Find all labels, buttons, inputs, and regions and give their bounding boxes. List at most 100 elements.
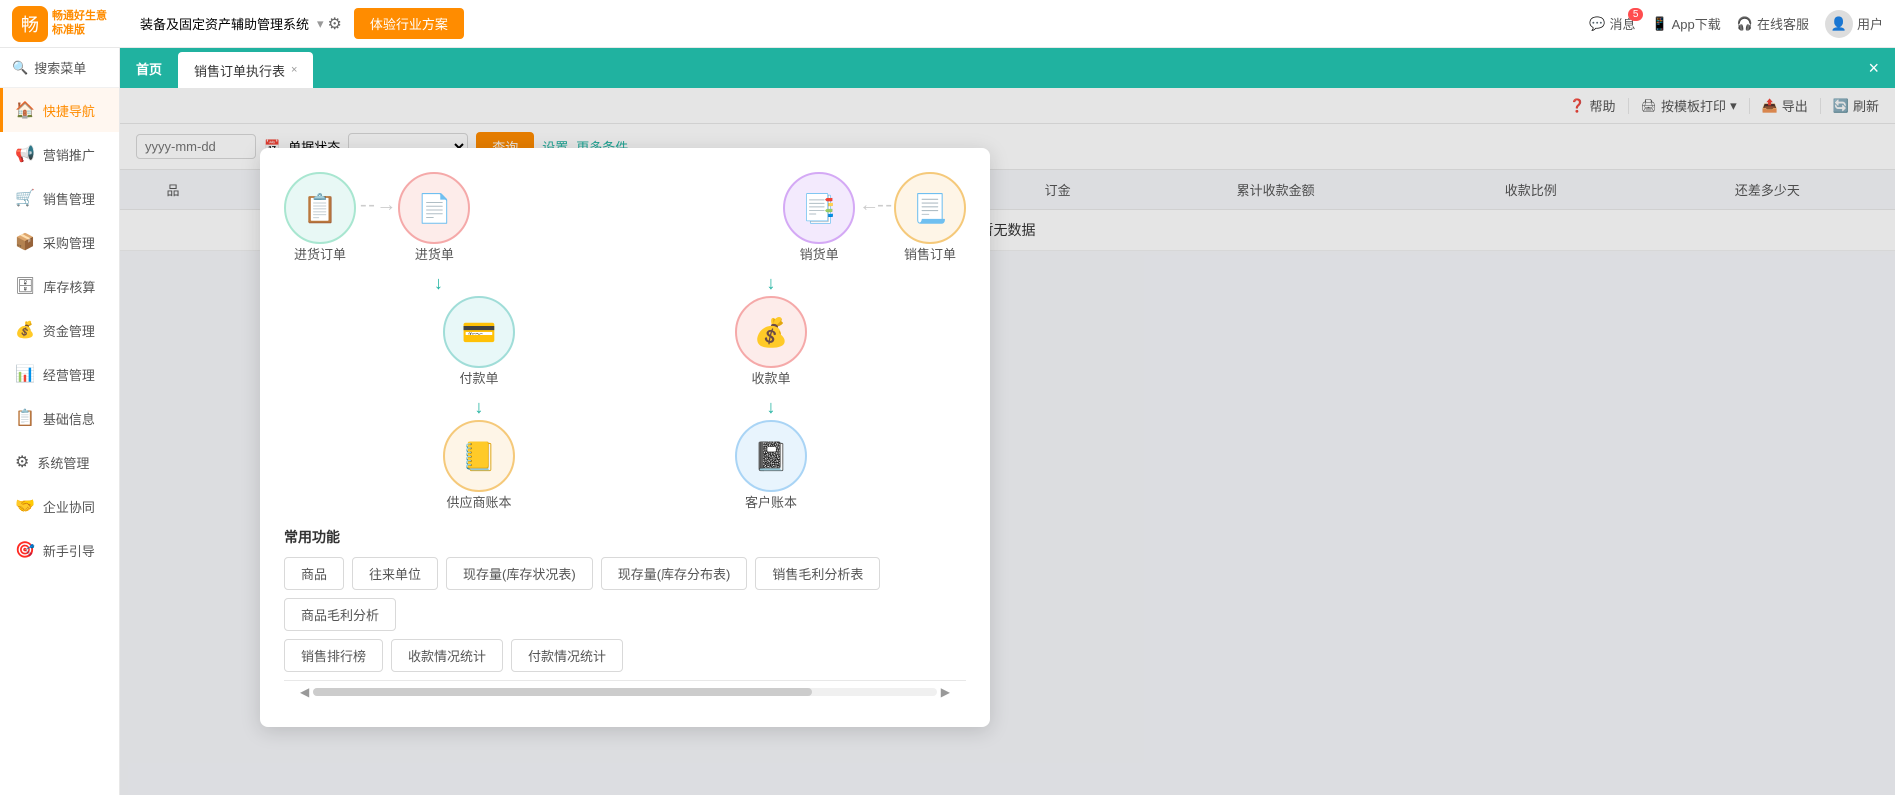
purchase-icon: 📦 bbox=[15, 232, 35, 252]
sidebar-item-cooperation[interactable]: 🤝 企业协同 bbox=[0, 484, 119, 528]
scroll-right-icon[interactable]: ▶ bbox=[941, 685, 950, 699]
gear-button[interactable]: ⚙ bbox=[328, 14, 342, 34]
func-btn-sales-rank[interactable]: 销售排行榜 bbox=[284, 639, 383, 672]
func-btn-payment-stat[interactable]: 付款情况统计 bbox=[511, 639, 623, 672]
arrow-down-sales: ↓ bbox=[767, 273, 776, 294]
sales-bill-node[interactable]: 📑 销货单 bbox=[783, 172, 855, 263]
home-icon: 🏠 bbox=[15, 100, 35, 120]
message-badge: 5 bbox=[1628, 8, 1644, 21]
flow-row-1: 📋 进货订单 - - → 📄 进货单 bbox=[284, 172, 966, 263]
func-btn-product-margin[interactable]: 商品毛利分析 bbox=[284, 598, 396, 631]
sales-order-circle: 📃 bbox=[894, 172, 966, 244]
customer-ledger-label: 客户账本 bbox=[745, 492, 797, 511]
popup-box: 📋 进货订单 - - → 📄 进货单 bbox=[260, 148, 990, 727]
system-title-area: 装备及固定资产辅助管理系统 ▾ bbox=[140, 14, 324, 33]
purchase-bill-node[interactable]: 📄 进货单 bbox=[398, 172, 470, 263]
dropdown-arrow-icon[interactable]: ▾ bbox=[317, 16, 324, 32]
flow-row-2: 💳 付款单 💰 收款单 bbox=[284, 296, 966, 387]
newbie-icon: 🎯 bbox=[15, 540, 35, 560]
func-btn-stock-dist[interactable]: 现存量(库存分布表) bbox=[601, 557, 748, 590]
receipt-bill-label: 收款单 bbox=[751, 368, 790, 387]
sales-order-node[interactable]: 📃 销售订单 bbox=[894, 172, 966, 263]
search-menu-button[interactable]: 🔍 搜索菜单 bbox=[0, 48, 119, 88]
sidebar-item-sales[interactable]: 🛒 销售管理 bbox=[0, 176, 119, 220]
message-button[interactable]: 💬 消息 5 bbox=[1589, 14, 1635, 33]
receipt-bill-circle: 💰 bbox=[735, 296, 807, 368]
purchase-order-icon: 📋 bbox=[303, 192, 338, 225]
purchase-bill-circle: 📄 bbox=[398, 172, 470, 244]
sidebar-item-quick-nav[interactable]: 🏠 快捷导航 bbox=[0, 88, 119, 132]
top-bar: 畅 畅通好生意标准版 装备及固定资产辅助管理系统 ▾ ⚙ 体验行业方案 💬 消息… bbox=[0, 0, 1895, 48]
sidebar-item-basic-info[interactable]: 📋 基础信息 bbox=[0, 396, 119, 440]
scroll-bar-area: ◀ ▶ bbox=[284, 680, 966, 703]
func-btn-sales-margin[interactable]: 销售毛利分析表 bbox=[755, 557, 880, 590]
tab-sales-order[interactable]: 销售订单执行表 × bbox=[178, 52, 313, 88]
sales-bill-icon: 📑 bbox=[802, 192, 837, 225]
supplier-ledger-label: 供应商账本 bbox=[446, 492, 511, 511]
customer-ledger-icon: 📓 bbox=[754, 440, 789, 473]
arrow-down-payment: ↓ bbox=[475, 397, 484, 418]
sidebar-item-system[interactable]: ⚙ 系统管理 bbox=[0, 440, 119, 484]
sidebar-item-finance[interactable]: 💰 资金管理 bbox=[0, 308, 119, 352]
arrow-1: - - → bbox=[360, 194, 394, 241]
inventory-icon: 🗄 bbox=[15, 276, 35, 296]
logo-area: 畅 畅通好生意标准版 bbox=[12, 6, 132, 42]
receipt-bill-node[interactable]: 💰 收款单 bbox=[706, 296, 836, 387]
sales-icon: 🛒 bbox=[15, 188, 35, 208]
sidebar-item-purchase[interactable]: 📦 采购管理 bbox=[0, 220, 119, 264]
sidebar-item-marketing[interactable]: 📢 营销推广 bbox=[0, 132, 119, 176]
search-icon: 🔍 bbox=[12, 60, 28, 76]
func-btn-stock-status[interactable]: 现存量(库存状况表) bbox=[446, 557, 593, 590]
message-icon: 💬 bbox=[1589, 16, 1605, 32]
func-btn-receipt-stat[interactable]: 收款情况统计 bbox=[391, 639, 503, 672]
download-icon: 📱 bbox=[1651, 16, 1667, 32]
supplier-ledger-circle: 📒 bbox=[443, 420, 515, 492]
popup-overlay[interactable]: 📋 进货订单 - - → 📄 进货单 bbox=[120, 88, 1895, 795]
online-service-button[interactable]: 🎧 在线客服 bbox=[1737, 14, 1809, 33]
purchase-order-label: 进货订单 bbox=[294, 244, 346, 263]
arrow-down-receipt: ↓ bbox=[767, 397, 776, 418]
supplier-ledger-node[interactable]: 📒 供应商账本 bbox=[414, 420, 544, 511]
func-btn-product[interactable]: 商品 bbox=[284, 557, 344, 590]
customer-ledger-circle: 📓 bbox=[735, 420, 807, 492]
payment-bill-icon: 💳 bbox=[462, 316, 497, 349]
func-btn-partner[interactable]: 往来单位 bbox=[352, 557, 438, 590]
sidebar-item-operations[interactable]: 📊 经营管理 bbox=[0, 352, 119, 396]
tab-bar: 首页 销售订单执行表 × × bbox=[120, 48, 1895, 88]
operations-icon: 📊 bbox=[15, 364, 35, 384]
close-all-tabs-button[interactable]: × bbox=[1852, 58, 1895, 79]
logo-icon: 畅 bbox=[12, 6, 48, 42]
sidebar-item-inventory[interactable]: 🗄 库存核算 bbox=[0, 264, 119, 308]
sales-bill-label: 销货单 bbox=[800, 244, 839, 263]
content-area: 首页 销售订单执行表 × × ❓ 帮助 bbox=[120, 48, 1895, 795]
flow-row-3: 📒 供应商账本 📓 客户账本 bbox=[284, 420, 966, 511]
sidebar-item-newbie[interactable]: 🎯 新手引导 bbox=[0, 528, 119, 572]
app-download-button[interactable]: 📱 App下载 bbox=[1651, 14, 1720, 33]
arrow-2: ←- - bbox=[859, 194, 890, 241]
page-content: ❓ 帮助 🖨 按模板打印 ▾ 📤 导出 bbox=[120, 88, 1895, 795]
sales-bill-circle: 📑 bbox=[783, 172, 855, 244]
sidebar: 🔍 搜索菜单 🏠 快捷导航 📢 营销推广 🛒 销售管理 📦 采购管理 🗄 bbox=[0, 48, 120, 795]
purchase-order-node[interactable]: 📋 进货订单 bbox=[284, 172, 356, 263]
flow-arrows-row: ↓ ↓ bbox=[284, 271, 966, 296]
service-icon: 🎧 bbox=[1737, 16, 1753, 32]
user-menu[interactable]: 👤 用户 bbox=[1825, 10, 1883, 38]
scroll-track[interactable] bbox=[313, 688, 937, 696]
func-btn-row-2: 销售排行榜 收款情况统计 付款情况统计 bbox=[284, 639, 966, 672]
marketing-icon: 📢 bbox=[15, 144, 35, 164]
basic-icon: 📋 bbox=[15, 408, 35, 428]
top-right-area: 💬 消息 5 📱 App下载 🎧 在线客服 👤 用户 bbox=[1589, 10, 1883, 38]
trial-button[interactable]: 体验行业方案 bbox=[354, 8, 464, 39]
scroll-thumb bbox=[313, 688, 812, 696]
tab-home[interactable]: 首页 bbox=[120, 48, 178, 88]
finance-icon: 💰 bbox=[15, 320, 35, 340]
tab-close-icon[interactable]: × bbox=[291, 64, 297, 76]
func-btn-row-1: 商品 往来单位 现存量(库存状况表) 现存量(库存分布表) 销售毛利分析表 商品… bbox=[284, 557, 966, 631]
payment-bill-node[interactable]: 💳 付款单 bbox=[414, 296, 544, 387]
purchase-bill-icon: 📄 bbox=[417, 192, 452, 225]
customer-ledger-node[interactable]: 📓 客户账本 bbox=[706, 420, 836, 511]
scroll-left-icon[interactable]: ◀ bbox=[300, 685, 309, 699]
system-name: 装备及固定资产辅助管理系统 bbox=[140, 14, 309, 33]
logo-text: 畅通好生意标准版 bbox=[52, 10, 107, 36]
common-functions-title: 常用功能 bbox=[284, 527, 966, 547]
